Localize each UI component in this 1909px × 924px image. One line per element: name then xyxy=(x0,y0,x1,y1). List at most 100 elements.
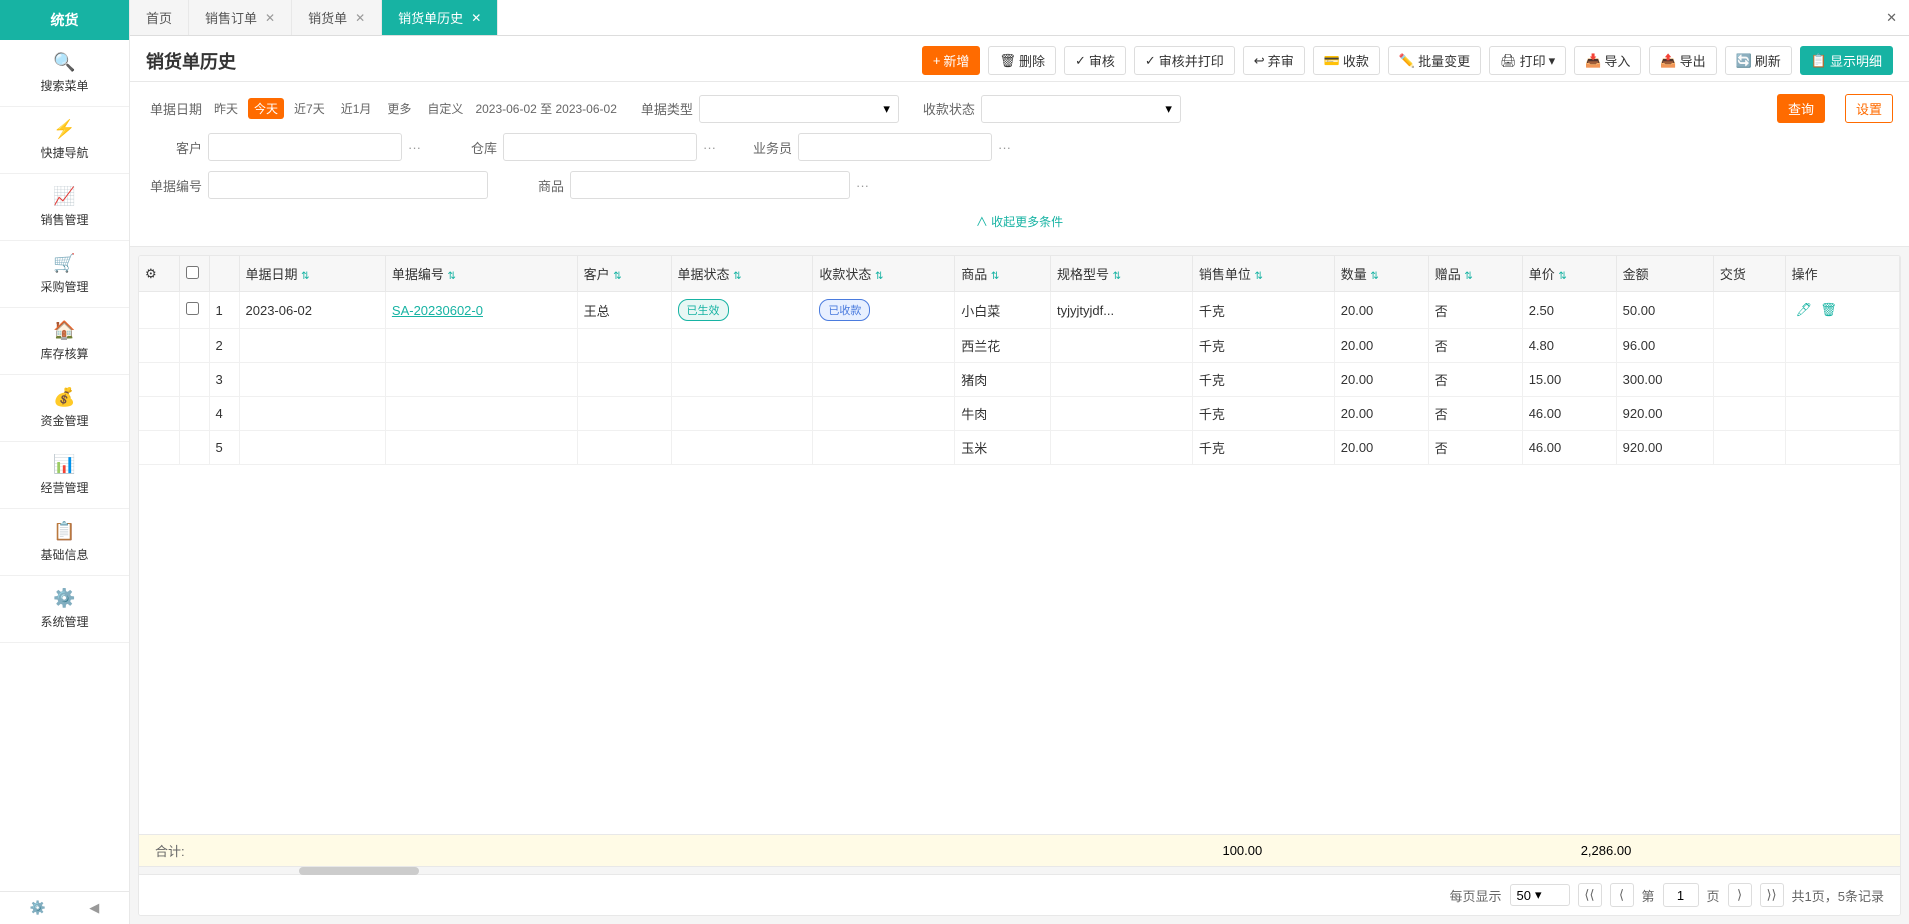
new-button[interactable]: + 新增 xyxy=(922,46,981,75)
settings-bottom-icon[interactable]: ⚙️ xyxy=(30,900,46,916)
audit-label: 审核 xyxy=(1089,51,1115,70)
tab-sales-history[interactable]: 销货单历史 ✕ xyxy=(382,0,498,35)
audit-print-button[interactable]: ✓ 审核并打印 xyxy=(1134,46,1235,75)
sidebar-item-purchase-mgmt[interactable]: 🛒 采购管理 xyxy=(0,241,129,308)
export-button[interactable]: 📤 导出 xyxy=(1649,46,1716,75)
horizontal-scrollbar[interactable] xyxy=(139,866,1900,874)
filter-area: 单据日期 昨天 今天 近7天 近1月 更多 自定义 2023-06-02 至 2… xyxy=(130,82,1909,247)
close-sales-delivery-icon[interactable]: ✕ xyxy=(355,11,365,25)
receive-button[interactable]: 💳 收款 xyxy=(1313,46,1380,75)
cell-amount: 96.00 xyxy=(1616,329,1713,363)
salesperson-input[interactable] xyxy=(798,133,992,161)
sidebar-item-sales-mgmt[interactable]: 📈 销售管理 xyxy=(0,174,129,241)
settings-label: 设置 xyxy=(1856,99,1882,118)
sidebar-item-label: 快捷导航 xyxy=(40,144,88,161)
warehouse-input[interactable] xyxy=(503,133,697,161)
cell-action[interactable]: 🖊🗑 xyxy=(1785,292,1899,329)
cell-amount: 50.00 xyxy=(1616,292,1713,329)
date-option-today[interactable]: 今天 xyxy=(248,98,284,119)
tab-bar-close-btn[interactable]: ✕ xyxy=(1874,0,1909,35)
page-first-btn[interactable]: ⟨⟨ xyxy=(1578,883,1602,907)
doc-type-select[interactable]: ▾ xyxy=(699,95,899,123)
display-button[interactable]: 📋 显示明细 xyxy=(1800,46,1893,75)
col-payment-status[interactable]: 收款状态 ⇅ xyxy=(813,256,955,292)
refresh-button[interactable]: 🔄 刷新 xyxy=(1725,46,1792,75)
tab-home[interactable]: 首页 xyxy=(130,0,189,35)
col-doc-status[interactable]: 单据状态 ⇅ xyxy=(671,256,813,292)
filter-doc-no: 单据编号 xyxy=(146,171,488,199)
collapse-btn[interactable]: ∧ 收起更多条件 xyxy=(146,209,1893,234)
import-button[interactable]: 📥 导入 xyxy=(1574,46,1641,75)
page-number-input[interactable]: 1 xyxy=(1663,883,1699,907)
sidebar-item-operation-mgmt[interactable]: 📊 经营管理 xyxy=(0,442,129,509)
batch-change-button[interactable]: ✏️ 批量变更 xyxy=(1388,46,1481,75)
edit-action-btn[interactable]: 🖊 xyxy=(1792,302,1817,317)
col-customer[interactable]: 客户 ⇅ xyxy=(577,256,671,292)
customer-input[interactable] xyxy=(208,133,402,161)
page-last-btn[interactable]: ⟩⟩ xyxy=(1760,883,1784,907)
audit-button[interactable]: ✓ 审核 xyxy=(1064,46,1126,75)
settings-button[interactable]: 设置 xyxy=(1845,94,1893,123)
sidebar-item-quick-nav[interactable]: ⚡ 快捷导航 xyxy=(0,107,129,174)
abandon-button[interactable]: ↩ 弃审 xyxy=(1243,46,1305,75)
date-option-custom[interactable]: 自定义 xyxy=(421,98,469,119)
warehouse-dots-icon[interactable]: ··· xyxy=(703,140,716,155)
col-doc-no[interactable]: 单据编号 ⇅ xyxy=(385,256,577,292)
cell-doc-status: 已生效 xyxy=(671,292,813,329)
col-spec[interactable]: 规格型号 ⇅ xyxy=(1051,256,1193,292)
col-gift[interactable]: 赠品 ⇅ xyxy=(1428,256,1522,292)
main-area: 首页 销售订单 ✕ 销货单 ✕ 销货单历史 ✕ ✕ 销货单历史 + 新增 xyxy=(130,0,1909,924)
batch-change-label: 批量变更 xyxy=(1418,51,1470,70)
cell-amount: 920.00 xyxy=(1616,431,1713,465)
col-action-label: 操作 xyxy=(1792,267,1818,282)
select-all-checkbox[interactable] xyxy=(186,266,199,279)
doc-no-link[interactable]: SA-20230602-0 xyxy=(392,303,483,318)
col-settings[interactable]: ⚙ xyxy=(139,256,179,292)
footer-totals: 100.00 2,286.00 xyxy=(215,843,1884,858)
delete-action-btn[interactable]: 🗑 xyxy=(1816,302,1841,317)
customer-dots-icon[interactable]: ··· xyxy=(408,140,421,155)
tab-sales-delivery[interactable]: 销货单 ✕ xyxy=(292,0,382,35)
query-button[interactable]: 查询 xyxy=(1777,94,1825,123)
filter-product: 商品 ··· xyxy=(508,171,869,199)
delete-label: 删除 xyxy=(1019,51,1045,70)
col-doc-date[interactable]: 单据日期 ⇅ xyxy=(239,256,385,292)
sidebar-item-search-menu[interactable]: 🔍 搜索菜单 xyxy=(0,40,129,107)
sidebar-item-sys-mgmt[interactable]: ⚙️ 系统管理 xyxy=(0,576,129,643)
product-input[interactable] xyxy=(570,171,850,199)
cell-doc-no[interactable]: SA-20230602-0 xyxy=(385,292,577,329)
page-prev-btn[interactable]: ⟨ xyxy=(1610,883,1634,907)
col-row-no xyxy=(209,256,239,292)
date-option-yesterday[interactable]: 昨天 xyxy=(208,98,244,119)
sidebar: 统货 🔍 搜索菜单 ⚡ 快捷导航 📈 销售管理 🛒 采购管理 🏠 库存核算 💰 … xyxy=(0,0,130,924)
sidebar-item-capital-mgmt[interactable]: 💰 资金管理 xyxy=(0,375,129,442)
payment-status-select[interactable]: ▾ xyxy=(981,95,1181,123)
scrollbar-thumb[interactable] xyxy=(299,867,419,875)
tab-sales-order[interactable]: 销售订单 ✕ xyxy=(189,0,292,35)
print-button[interactable]: 🖨 打印 ▾ xyxy=(1489,46,1566,75)
page-size-select[interactable]: 50 ▾ xyxy=(1510,884,1570,906)
col-product[interactable]: 商品 ⇅ xyxy=(955,256,1051,292)
print-label: 打印 xyxy=(1520,51,1546,70)
close-sales-history-icon[interactable]: ✕ xyxy=(471,11,481,25)
salesperson-dots-icon[interactable]: ··· xyxy=(998,140,1011,155)
col-unit-price-label: 单价 xyxy=(1529,267,1555,282)
collapse-sidebar-icon[interactable]: ◀ xyxy=(89,900,99,916)
page-header: 销货单历史 + 新增 🗑 删除 ✓ 审核 ✓ 审核并打印 xyxy=(130,36,1909,82)
row-checkbox[interactable] xyxy=(186,302,199,315)
col-spec-label: 规格型号 xyxy=(1057,267,1109,282)
page-next-btn[interactable]: ⟩ xyxy=(1728,883,1752,907)
sidebar-item-inventory[interactable]: 🏠 库存核算 xyxy=(0,308,129,375)
doc-no-input[interactable] xyxy=(208,171,488,199)
delete-button[interactable]: 🗑 删除 xyxy=(988,46,1056,75)
sales-mgmt-icon: 📈 xyxy=(53,186,75,207)
sidebar-item-basic-info[interactable]: 📋 基础信息 xyxy=(0,509,129,576)
close-sales-order-icon[interactable]: ✕ xyxy=(265,11,275,25)
col-unit-price[interactable]: 单价 ⇅ xyxy=(1522,256,1616,292)
date-option-more[interactable]: 更多 xyxy=(381,98,417,119)
date-option-last7days[interactable]: 近7天 xyxy=(288,98,331,119)
col-qty[interactable]: 数量 ⇅ xyxy=(1334,256,1428,292)
col-unit[interactable]: 销售单位 ⇅ xyxy=(1192,256,1334,292)
date-option-last1month[interactable]: 近1月 xyxy=(335,98,378,119)
product-dots-icon[interactable]: ··· xyxy=(856,178,869,193)
